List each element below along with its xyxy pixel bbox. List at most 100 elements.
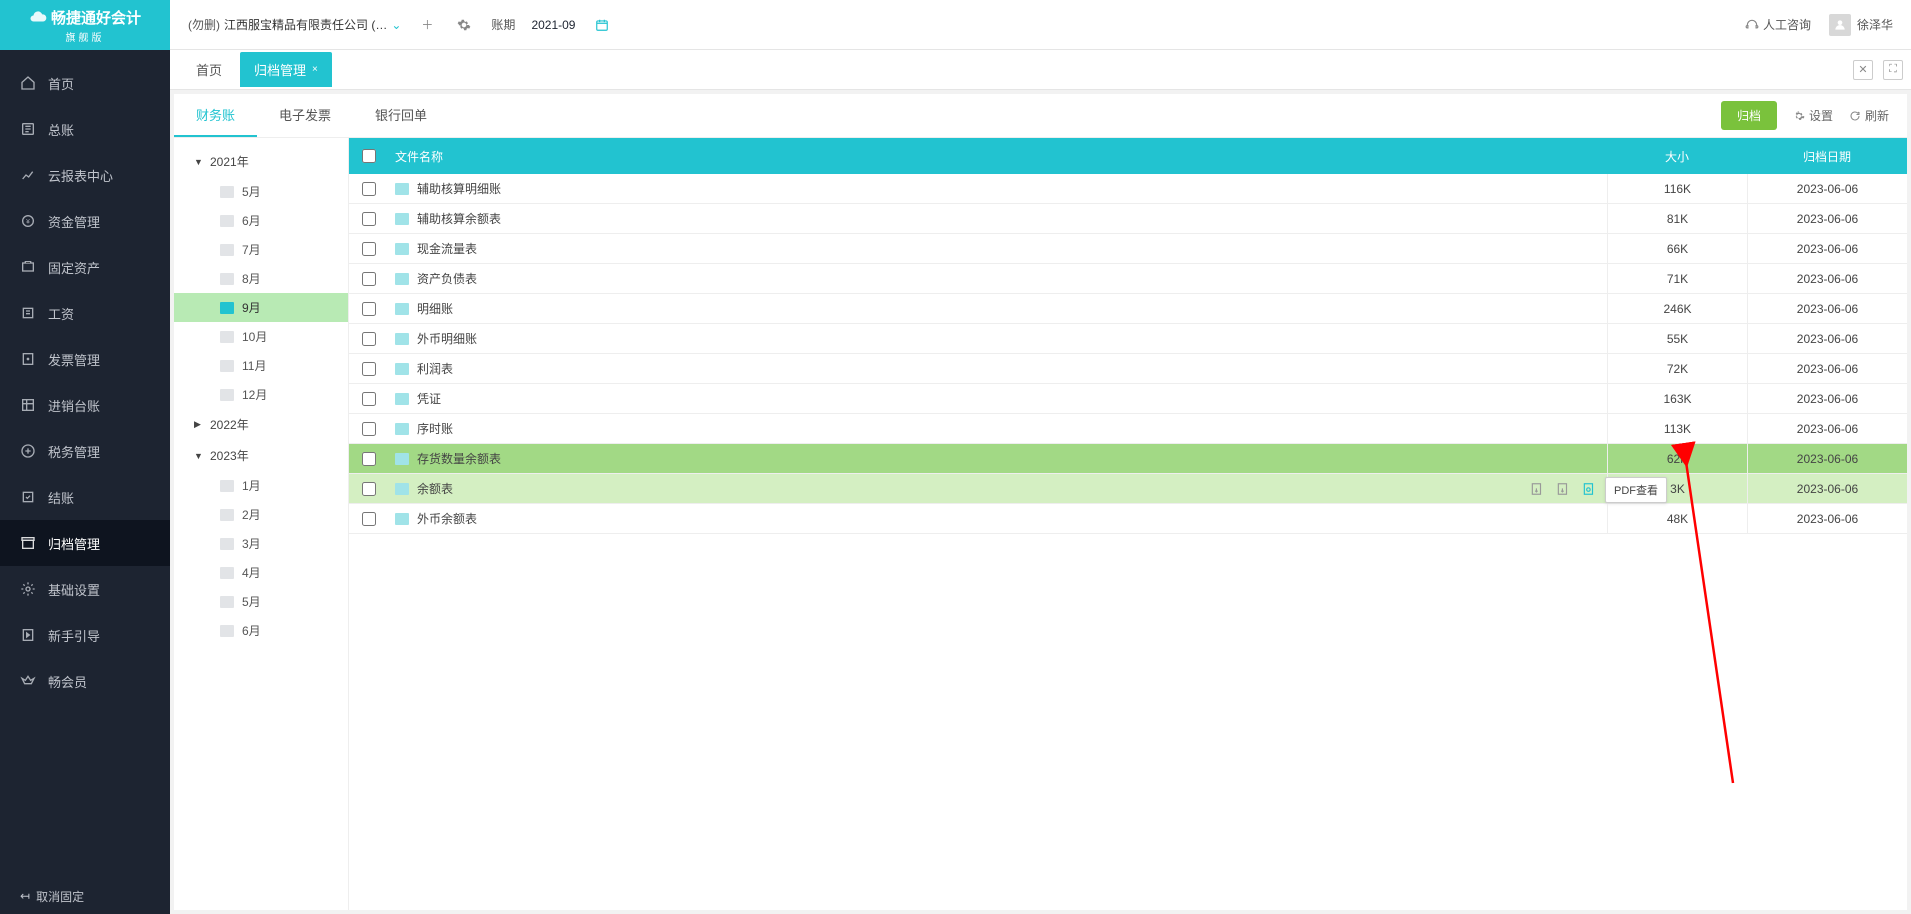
- tree-year[interactable]: ▼2021年: [174, 146, 348, 177]
- close-icon[interactable]: ×: [312, 64, 318, 75]
- pdf-view-icon[interactable]: PDF查看: [1581, 481, 1597, 497]
- table-row[interactable]: 现金流量表66K2023-06-06: [349, 234, 1907, 264]
- row-checkbox[interactable]: [349, 392, 389, 406]
- nav-item-2[interactable]: 云报表中心: [0, 152, 170, 198]
- row-checkbox[interactable]: [349, 332, 389, 346]
- row-checkbox[interactable]: [349, 362, 389, 376]
- nav-label: 新手引导: [48, 626, 100, 645]
- folder-icon: [395, 393, 409, 405]
- tree-month[interactable]: 6月: [174, 206, 348, 235]
- nav-item-13[interactable]: 畅会员: [0, 658, 170, 704]
- nav-item-8[interactable]: 税务管理: [0, 428, 170, 474]
- tree-month[interactable]: 6月: [174, 616, 348, 645]
- folder-icon: [395, 273, 409, 285]
- tree-month[interactable]: 3月: [174, 529, 348, 558]
- period-label: 账期: [491, 16, 515, 33]
- month-label: 3月: [242, 535, 261, 552]
- filename: 辅助核算明细账: [417, 180, 501, 197]
- period-value[interactable]: 2021-09: [531, 18, 575, 32]
- tree: ▼2021年5月6月7月8月9月10月11月12月▶2022年▼2023年1月2…: [174, 138, 349, 910]
- folder-icon: [220, 567, 234, 579]
- row-checkbox[interactable]: [349, 242, 389, 256]
- table-row[interactable]: 辅助核算明细账116K2023-06-06: [349, 174, 1907, 204]
- nav-item-12[interactable]: 新手引导: [0, 612, 170, 658]
- nav-item-1[interactable]: 总账: [0, 106, 170, 152]
- calendar-icon[interactable]: [591, 14, 613, 36]
- tree-month[interactable]: 8月: [174, 264, 348, 293]
- tree-month[interactable]: 11月: [174, 351, 348, 380]
- row-checkbox[interactable]: [349, 212, 389, 226]
- table-row[interactable]: 外币余额表48K2023-06-06: [349, 504, 1907, 534]
- td-name: 凭证: [389, 390, 1607, 407]
- row-checkbox[interactable]: [349, 452, 389, 466]
- tab-archive[interactable]: 归档管理 ×: [240, 52, 332, 87]
- excel-download-icon[interactable]: [1529, 481, 1545, 497]
- table-row[interactable]: 序时账113K2023-06-06: [349, 414, 1907, 444]
- nav-item-4[interactable]: 固定资产: [0, 244, 170, 290]
- tab-close-all[interactable]: ✕: [1853, 60, 1873, 80]
- table-row[interactable]: 外币明细账55K2023-06-06: [349, 324, 1907, 354]
- company-name: 江西服宝精品有限责任公司 (…: [224, 16, 387, 33]
- tree-month[interactable]: 10月: [174, 322, 348, 351]
- subtab-2[interactable]: 银行回单: [353, 94, 449, 137]
- nav-item-3[interactable]: ¥资金管理: [0, 198, 170, 244]
- subtab-1[interactable]: 电子发票: [257, 94, 353, 137]
- tree-month[interactable]: 4月: [174, 558, 348, 587]
- subtab-0[interactable]: 财务账: [174, 94, 257, 137]
- tab-home[interactable]: 首页: [184, 52, 234, 87]
- archive-button[interactable]: 归档: [1721, 101, 1777, 130]
- tree-month[interactable]: 2月: [174, 500, 348, 529]
- table-row[interactable]: 余额表PDF查看3K2023-06-06: [349, 474, 1907, 504]
- tree-year[interactable]: ▼2023年: [174, 440, 348, 471]
- table-row[interactable]: 凭证163K2023-06-06: [349, 384, 1907, 414]
- table-row[interactable]: 资产负债表71K2023-06-06: [349, 264, 1907, 294]
- nav-label: 固定资产: [48, 258, 100, 277]
- row-checkbox[interactable]: [349, 182, 389, 196]
- nav-item-10[interactable]: 归档管理: [0, 520, 170, 566]
- tree-month[interactable]: 5月: [174, 587, 348, 616]
- tree-month[interactable]: 1月: [174, 471, 348, 500]
- row-checkbox[interactable]: [349, 512, 389, 526]
- td-size: 66K: [1607, 234, 1747, 263]
- row-checkbox[interactable]: [349, 422, 389, 436]
- row-checkbox[interactable]: [349, 272, 389, 286]
- triangle-down-icon: ▼: [194, 451, 204, 461]
- pdf-download-icon[interactable]: [1555, 481, 1571, 497]
- row-checkbox[interactable]: [349, 482, 389, 496]
- consult-button[interactable]: 人工咨询: [1745, 16, 1811, 33]
- settings-button[interactable]: 设置: [1793, 107, 1833, 124]
- nav-item-0[interactable]: 首页: [0, 60, 170, 106]
- month-label: 7月: [242, 241, 261, 258]
- user-menu[interactable]: 徐泽华: [1829, 14, 1893, 36]
- table-row[interactable]: 辅助核算余额表81K2023-06-06: [349, 204, 1907, 234]
- table-row[interactable]: 利润表72K2023-06-06: [349, 354, 1907, 384]
- tree-month[interactable]: 5月: [174, 177, 348, 206]
- unpin-button[interactable]: ↤ 取消固定: [0, 878, 170, 914]
- folder-icon: [395, 243, 409, 255]
- refresh-button[interactable]: 刷新: [1849, 107, 1889, 124]
- th-checkbox[interactable]: [349, 149, 389, 163]
- nav-label: 工资: [48, 304, 74, 323]
- tree-month[interactable]: 12月: [174, 380, 348, 409]
- nav-label: 资金管理: [48, 212, 100, 231]
- company-selector[interactable]: (勿删) 江西服宝精品有限责任公司 (… ⌄: [188, 16, 401, 33]
- tree-month[interactable]: 9月: [174, 293, 348, 322]
- folder-icon: [395, 303, 409, 315]
- tab-expand[interactable]: ⛶: [1883, 60, 1903, 80]
- row-checkbox[interactable]: [349, 302, 389, 316]
- table-row[interactable]: 明细账246K2023-06-06: [349, 294, 1907, 324]
- nav-item-5[interactable]: 工资: [0, 290, 170, 336]
- add-icon[interactable]: ＋: [417, 12, 437, 37]
- triangle-down-icon: ▼: [194, 157, 204, 167]
- nav-item-7[interactable]: 进销台账: [0, 382, 170, 428]
- td-name: 辅助核算余额表: [389, 210, 1607, 227]
- nav-item-9[interactable]: 结账: [0, 474, 170, 520]
- folder-icon: [220, 215, 234, 227]
- nav-item-11[interactable]: 基础设置: [0, 566, 170, 612]
- table-row[interactable]: 存货数量余额表62K2023-06-06: [349, 444, 1907, 474]
- tree-month[interactable]: 7月: [174, 235, 348, 264]
- gear-icon[interactable]: [453, 14, 475, 36]
- tree-year[interactable]: ▶2022年: [174, 409, 348, 440]
- nav-item-6[interactable]: 发票管理: [0, 336, 170, 382]
- td-name: 利润表: [389, 360, 1607, 377]
